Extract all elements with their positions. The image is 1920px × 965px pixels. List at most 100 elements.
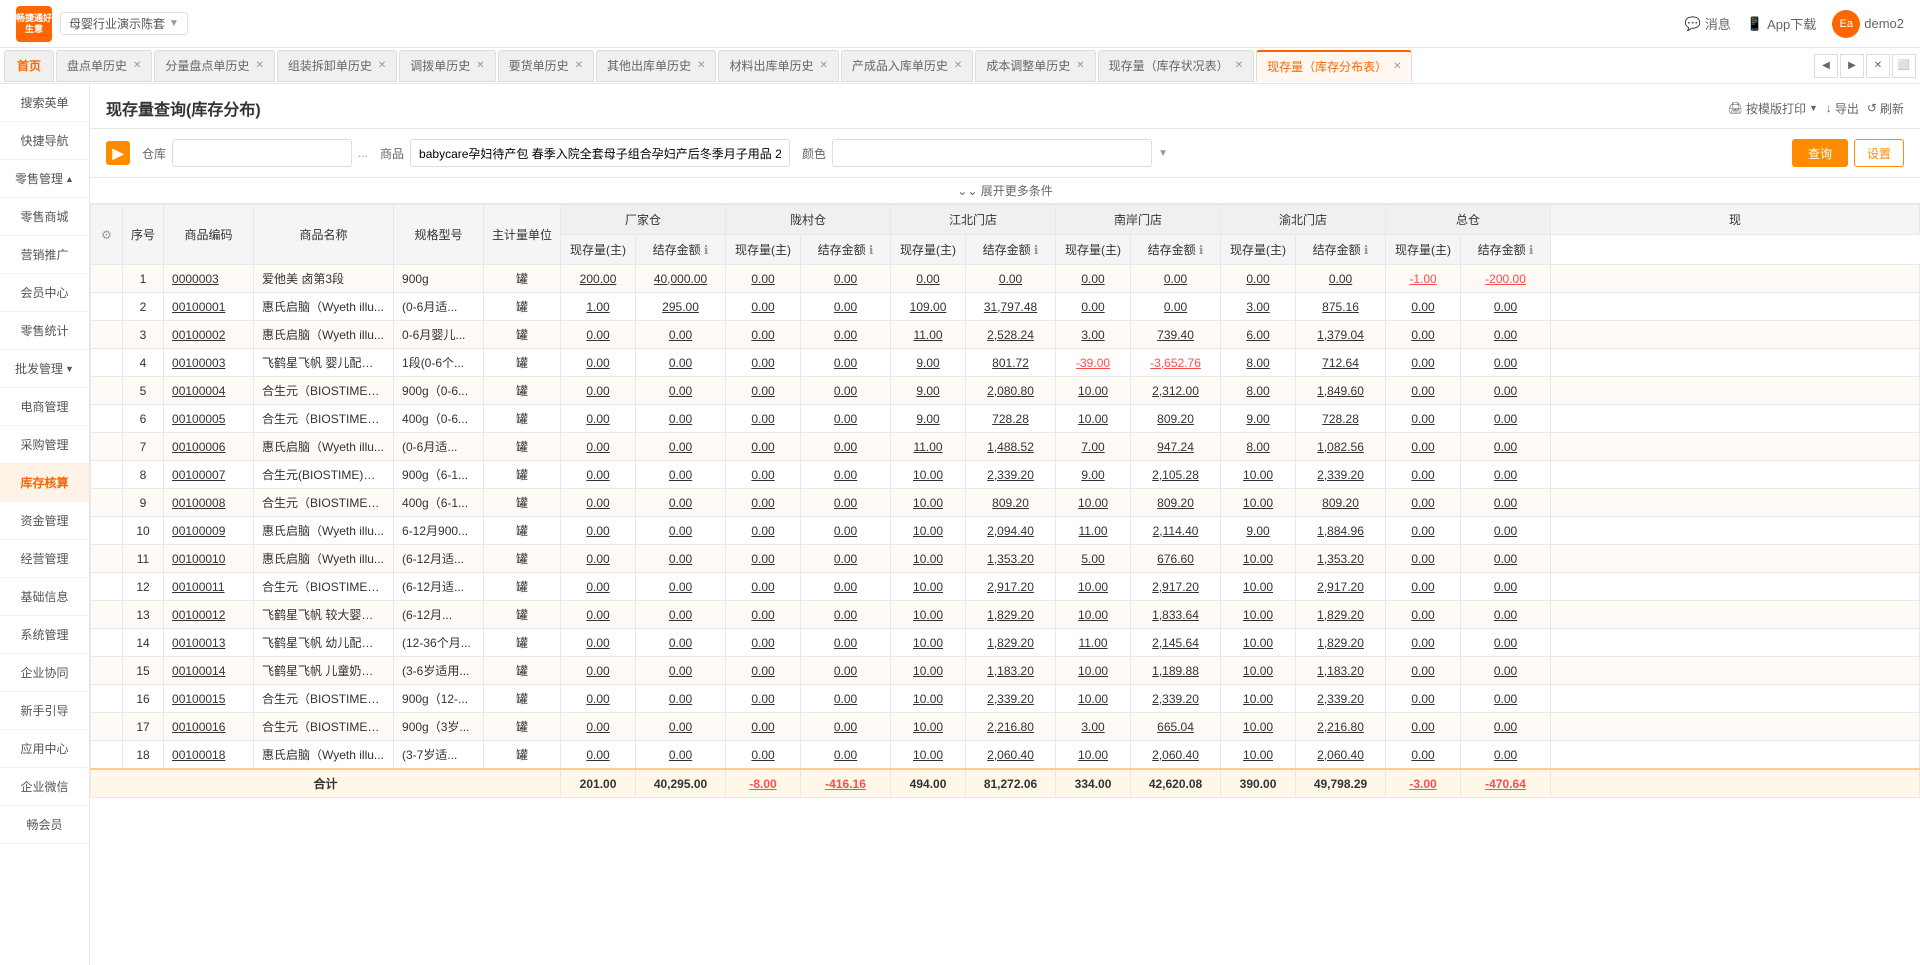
row-jiangbei-amt[interactable]: 2,094.40 xyxy=(966,517,1056,545)
print-btn[interactable]: 🖨 按模版打印 ▼ xyxy=(1728,100,1818,117)
row-yubei-amt[interactable]: 1,829.20 xyxy=(1296,601,1386,629)
row-changjiaCun-qty[interactable]: 0.00 xyxy=(561,377,636,405)
row-jiangbei-qty[interactable]: 10.00 xyxy=(891,629,966,657)
row-code[interactable]: 00100001 xyxy=(164,293,254,321)
row-changjiaCun-qty[interactable]: 0.00 xyxy=(561,657,636,685)
row-yubei-amt[interactable]: 1,884.96 xyxy=(1296,517,1386,545)
refresh-btn[interactable]: ↺ 刷新 xyxy=(1867,100,1904,117)
row-yubei-qty[interactable]: 10.00 xyxy=(1221,685,1296,713)
query-button[interactable]: 查询 xyxy=(1792,139,1848,167)
row-jiangbei-amt[interactable]: 0.00 xyxy=(966,265,1056,293)
row-yubei-qty[interactable]: 10.00 xyxy=(1221,489,1296,517)
row-yubei-qty[interactable]: 10.00 xyxy=(1221,713,1296,741)
row-code[interactable]: 00100016 xyxy=(164,713,254,741)
row-jiangbei-qty[interactable]: 10.00 xyxy=(891,685,966,713)
row-zongcang-qty[interactable]: 0.00 xyxy=(1386,377,1461,405)
row-nanan-amt[interactable]: 2,105.28 xyxy=(1131,461,1221,489)
sidebar-item-wholesale[interactable]: 批发管理 ▼ xyxy=(0,350,89,388)
row-longcun-qty[interactable]: 0.00 xyxy=(726,741,801,770)
tab-close-icon[interactable]: ✕ xyxy=(1076,60,1084,71)
row-nanan-amt[interactable]: 676.60 xyxy=(1131,545,1221,573)
tab-close-icon[interactable]: ✕ xyxy=(575,60,583,71)
row-longcun-amt[interactable]: 0.00 xyxy=(801,657,891,685)
row-changjiaCun-amt[interactable]: 0.00 xyxy=(636,405,726,433)
row-nanan-amt[interactable]: 2,339.20 xyxy=(1131,685,1221,713)
color-input[interactable] xyxy=(832,139,1152,167)
row-jiangbei-amt[interactable]: 2,080.80 xyxy=(966,377,1056,405)
row-zongcang-amt[interactable]: 0.00 xyxy=(1461,741,1551,770)
row-jiangbei-amt[interactable]: 1,353.20 xyxy=(966,545,1056,573)
row-longcun-qty[interactable]: 0.00 xyxy=(726,601,801,629)
row-changjiaCun-amt[interactable]: 0.00 xyxy=(636,629,726,657)
sidebar-item-ecommerce[interactable]: 电商管理 xyxy=(0,388,89,426)
sidebar-item-enterprise[interactable]: 企业协同 xyxy=(0,654,89,692)
row-longcun-amt[interactable]: 0.00 xyxy=(801,685,891,713)
row-changjiaCun-amt[interactable]: 0.00 xyxy=(636,545,726,573)
row-jiangbei-amt[interactable]: 2,216.80 xyxy=(966,713,1056,741)
row-yubei-qty[interactable]: 10.00 xyxy=(1221,461,1296,489)
row-code[interactable]: 00100012 xyxy=(164,601,254,629)
row-zongcang-qty[interactable]: 0.00 xyxy=(1386,713,1461,741)
row-changjiaCun-amt[interactable]: 0.00 xyxy=(636,433,726,461)
tab-close-icon[interactable]: ✕ xyxy=(1393,61,1401,72)
row-jiangbei-amt[interactable]: 2,528.24 xyxy=(966,321,1056,349)
row-longcun-amt[interactable]: 0.00 xyxy=(801,293,891,321)
row-yubei-amt[interactable]: 712.64 xyxy=(1296,349,1386,377)
row-nanan-qty[interactable]: 3.00 xyxy=(1056,713,1131,741)
row-nanan-amt[interactable]: 2,312.00 xyxy=(1131,377,1221,405)
row-zongcang-qty[interactable]: 0.00 xyxy=(1386,741,1461,770)
row-code[interactable]: 00100006 xyxy=(164,433,254,461)
row-jiangbei-amt[interactable]: 1,829.20 xyxy=(966,601,1056,629)
row-longcun-qty[interactable]: 0.00 xyxy=(726,293,801,321)
row-code[interactable]: 00100005 xyxy=(164,405,254,433)
expand-conditions-link[interactable]: ⌄⌄ 展开更多条件 xyxy=(957,184,1052,198)
tab-nav-left[interactable]: ◀ xyxy=(1814,54,1838,78)
row-longcun-qty[interactable]: 0.00 xyxy=(726,349,801,377)
warehouse-input[interactable] xyxy=(172,139,352,167)
row-zongcang-amt[interactable]: 0.00 xyxy=(1461,349,1551,377)
row-yubei-qty[interactable]: 8.00 xyxy=(1221,377,1296,405)
row-changjiaCun-qty[interactable]: 1.00 xyxy=(561,293,636,321)
row-yubei-amt[interactable]: 1,353.20 xyxy=(1296,545,1386,573)
row-yubei-amt[interactable]: 875.16 xyxy=(1296,293,1386,321)
sidebar-item-member2[interactable]: 畅会员 xyxy=(0,806,89,844)
row-changjiaCun-amt[interactable]: 0.00 xyxy=(636,573,726,601)
row-changjiaCun-amt[interactable]: 295.00 xyxy=(636,293,726,321)
row-nanan-amt[interactable]: 2,145.64 xyxy=(1131,629,1221,657)
row-zongcang-qty[interactable]: 0.00 xyxy=(1386,573,1461,601)
row-changjiaCun-amt[interactable]: 0.00 xyxy=(636,517,726,545)
row-yubei-qty[interactable]: 6.00 xyxy=(1221,321,1296,349)
row-changjiaCun-qty[interactable]: 0.00 xyxy=(561,573,636,601)
row-zongcang-qty[interactable]: 0.00 xyxy=(1386,489,1461,517)
row-changjiaCun-amt[interactable]: 40,000.00 xyxy=(636,265,726,293)
row-jiangbei-qty[interactable]: 9.00 xyxy=(891,405,966,433)
row-longcun-qty[interactable]: 0.00 xyxy=(726,713,801,741)
row-nanan-amt[interactable]: 2,917.20 xyxy=(1131,573,1221,601)
sidebar-item-retail[interactable]: 零售管理 ▲ xyxy=(0,160,89,198)
row-nanan-amt[interactable]: 809.20 xyxy=(1131,489,1221,517)
tab-close-icon[interactable]: ✕ xyxy=(1235,60,1243,71)
row-longcun-qty[interactable]: 0.00 xyxy=(726,629,801,657)
row-longcun-amt[interactable]: 0.00 xyxy=(801,741,891,770)
row-nanan-qty[interactable]: 10.00 xyxy=(1056,657,1131,685)
row-jiangbei-amt[interactable]: 2,339.20 xyxy=(966,685,1056,713)
row-changjiaCun-amt[interactable]: 0.00 xyxy=(636,461,726,489)
row-nanan-qty[interactable]: 3.00 xyxy=(1056,321,1131,349)
row-code[interactable]: 00100004 xyxy=(164,377,254,405)
row-changjiaCun-amt[interactable]: 0.00 xyxy=(636,657,726,685)
row-jiangbei-qty[interactable]: 109.00 xyxy=(891,293,966,321)
user-menu[interactable]: Ea demo2 xyxy=(1832,10,1904,38)
settings-button[interactable]: 设置 xyxy=(1854,139,1904,167)
tab-close-icon[interactable]: ✕ xyxy=(954,60,962,71)
row-changjiaCun-qty[interactable]: 0.00 xyxy=(561,433,636,461)
row-zongcang-amt[interactable]: 0.00 xyxy=(1461,657,1551,685)
row-zongcang-amt[interactable]: 0.00 xyxy=(1461,433,1551,461)
row-nanan-qty[interactable]: 7.00 xyxy=(1056,433,1131,461)
tab-cailiaochuku[interactable]: 材料出库单历史 ✕ xyxy=(718,50,838,82)
row-yubei-qty[interactable]: 10.00 xyxy=(1221,629,1296,657)
row-nanan-qty[interactable]: 11.00 xyxy=(1056,629,1131,657)
sidebar-item-retailmall[interactable]: 零售商城 xyxy=(0,198,89,236)
row-yubei-qty[interactable]: 3.00 xyxy=(1221,293,1296,321)
sidebar-item-marketing[interactable]: 营销推广 xyxy=(0,236,89,274)
sidebar-item-wechat[interactable]: 企业微信 xyxy=(0,768,89,806)
